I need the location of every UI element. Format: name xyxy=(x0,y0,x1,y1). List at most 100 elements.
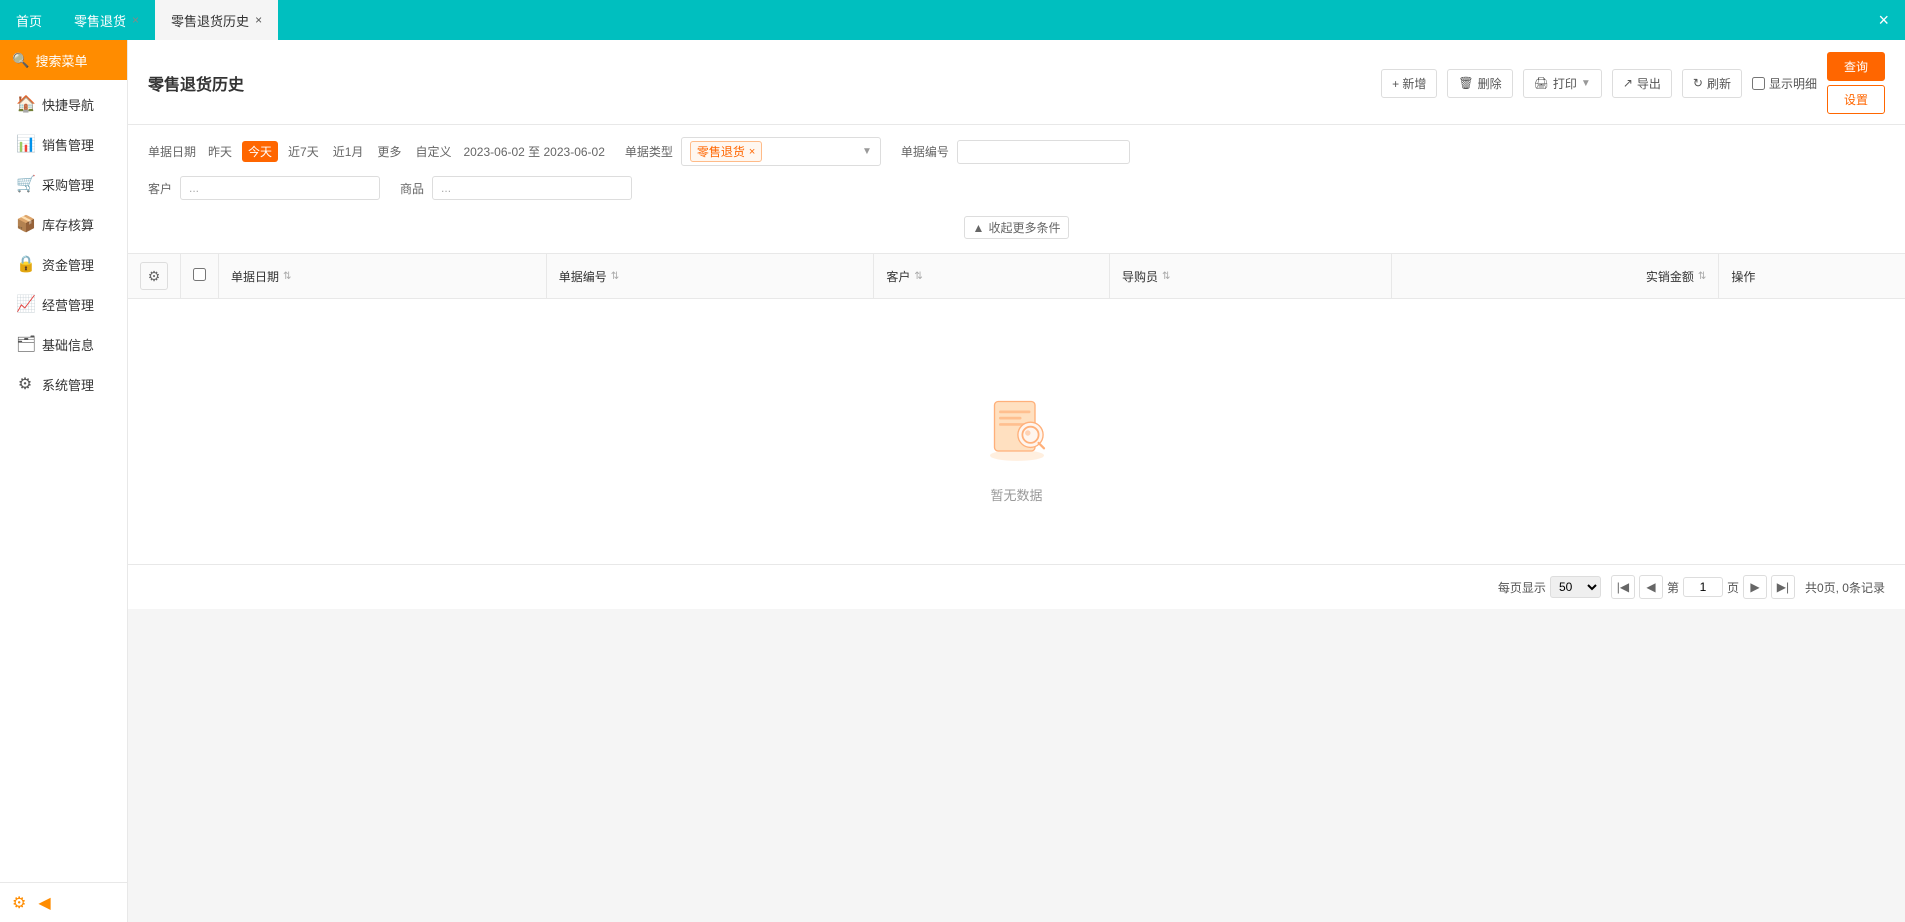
tab-retail-return-history-label: 零售退货历史 xyxy=(171,11,249,30)
collapse-up-icon: ▲ xyxy=(973,221,985,235)
shortcuts-icon: 🏠 xyxy=(16,94,34,114)
content-area: 零售退货历史 + 新增 🗑 删除 🖨 打印 ▼ ↗ 导出 xyxy=(128,40,1905,922)
date-filter-label: 单据日期 xyxy=(148,143,196,160)
refresh-button[interactable]: ↻ 刷新 xyxy=(1682,69,1742,98)
date-shortcuts: 昨天 今天 近7天 近1月 更多 自定义 xyxy=(204,141,455,162)
amount-sort-icon: ⇅ xyxy=(1698,271,1706,282)
tab-retail-return-close[interactable]: × xyxy=(132,13,139,27)
collapse-sidebar-icon[interactable]: ◀ xyxy=(38,893,50,913)
goods-input[interactable]: ... xyxy=(432,176,632,200)
sidebar-bottom: ⚙ ◀ xyxy=(0,882,127,922)
sidebar-item-sales-label: 销售管理 xyxy=(42,135,94,154)
page-size-dropdown[interactable]: 20 50 100 200 xyxy=(1550,576,1601,598)
page-number-input[interactable] xyxy=(1683,577,1723,597)
finance-icon: 🔒 xyxy=(16,254,34,274)
header-actions: + 新增 🗑 删除 🖨 打印 ▼ ↗ 导出 ↻ 刷新 xyxy=(1381,52,1885,124)
doc-type-select[interactable]: 零售退货 × ▼ xyxy=(681,137,881,166)
page-input: 第 页 xyxy=(1667,577,1739,597)
new-button[interactable]: + 新增 xyxy=(1381,69,1437,98)
page-last-button[interactable]: ▶| xyxy=(1771,575,1795,599)
page-nav: |◀ ◀ 第 页 ▶ ▶| xyxy=(1611,575,1795,599)
main-layout: 🔍 搜索菜单 🏠 快捷导航 📊 销售管理 🛒 采购管理 📦 库存核算 🔒 xyxy=(0,40,1905,922)
pagination-bar: 每页显示 20 50 100 200 |◀ ◀ 第 页 ▶ ▶| 共 xyxy=(128,564,1905,609)
sidebar-search-label: 搜索菜单 xyxy=(35,51,87,70)
customer-input[interactable]: ... xyxy=(180,176,380,200)
th-action: 操作 xyxy=(1719,254,1905,299)
sidebar-item-purchase[interactable]: 🛒 采购管理 xyxy=(0,164,127,204)
tab-retail-return-label: 零售退货 xyxy=(74,11,126,30)
sidebar-item-finance[interactable]: 🔒 资金管理 xyxy=(0,244,127,284)
table-header-row: ⚙ 单据日期 ⇅ 单据编号 xyxy=(128,254,1905,299)
th-guide[interactable]: 导购员 ⇅ xyxy=(1109,254,1391,299)
sidebar-item-sales[interactable]: 📊 销售管理 xyxy=(0,124,127,164)
sidebar-item-basic-info-label: 基础信息 xyxy=(42,335,94,354)
page-prev-button[interactable]: ◀ xyxy=(1639,575,1663,599)
go-label: 第 xyxy=(1667,579,1679,596)
sidebar-item-finance-label: 资金管理 xyxy=(42,255,94,274)
delete-button[interactable]: 🗑 删除 xyxy=(1447,69,1512,98)
print-icon: 🖨 xyxy=(1534,76,1549,90)
print-dropdown-icon: ▼ xyxy=(1581,78,1591,89)
tab-retail-return[interactable]: 零售退货 × xyxy=(58,0,155,40)
doc-no-input[interactable] xyxy=(957,140,1130,164)
th-date-label: 单据日期 xyxy=(231,268,279,285)
no-sort-icon: ⇅ xyxy=(611,271,619,282)
export-button-label: 导出 xyxy=(1637,75,1661,92)
sidebar-item-system-label: 系统管理 xyxy=(42,375,94,394)
show-detail-label: 显示明细 xyxy=(1769,75,1817,92)
page-first-button[interactable]: |◀ xyxy=(1611,575,1635,599)
filter-row-1: 单据日期 昨天 今天 近7天 近1月 更多 自定义 2023-06-02 至 2… xyxy=(148,137,1885,166)
doc-type-filter-group: 单据类型 零售退货 × ▼ xyxy=(625,137,881,166)
sidebar-item-purchase-label: 采购管理 xyxy=(42,175,94,194)
collapse-bar: ▲ 收起更多条件 xyxy=(148,210,1885,241)
sales-icon: 📊 xyxy=(16,134,34,154)
date-sort-icon: ⇅ xyxy=(283,271,291,282)
doc-type-dropdown-icon: ▼ xyxy=(862,146,872,157)
export-button[interactable]: ↗ 导出 xyxy=(1612,69,1672,98)
th-no[interactable]: 单据编号 ⇅ xyxy=(546,254,874,299)
show-detail-input[interactable] xyxy=(1752,77,1765,90)
th-amount[interactable]: 实销金额 ⇅ xyxy=(1391,254,1719,299)
tab-retail-return-history[interactable]: 零售退货历史 × xyxy=(155,0,278,40)
shortcut-1month[interactable]: 近1月 xyxy=(329,141,368,162)
delete-icon: 🗑 xyxy=(1458,76,1473,90)
th-customer[interactable]: 客户 ⇅ xyxy=(874,254,1110,299)
settings-button[interactable]: 设置 xyxy=(1827,85,1885,114)
guide-sort-icon: ⇅ xyxy=(1162,271,1170,282)
doc-type-tag-remove[interactable]: × xyxy=(749,146,755,158)
top-bar: 首页 零售退货 × 零售退货历史 × × xyxy=(0,0,1905,40)
table-area: ⚙ 单据日期 ⇅ 单据编号 xyxy=(128,254,1905,564)
print-button-label: 打印 xyxy=(1553,75,1577,92)
shortcut-yesterday[interactable]: 昨天 xyxy=(204,141,236,162)
sidebar-item-shortcuts[interactable]: 🏠 快捷导航 xyxy=(0,84,127,124)
query-button[interactable]: 查询 xyxy=(1827,52,1885,81)
table-settings-icon[interactable]: ⚙ xyxy=(140,262,168,290)
th-customer-label: 客户 xyxy=(886,268,910,285)
shortcut-7days[interactable]: 近7天 xyxy=(284,141,323,162)
refresh-button-label: 刷新 xyxy=(1707,75,1731,92)
select-all-checkbox[interactable] xyxy=(193,268,206,281)
collapse-button[interactable]: ▲ 收起更多条件 xyxy=(964,216,1070,239)
page-title: 零售退货历史 xyxy=(148,71,244,105)
export-icon: ↗ xyxy=(1623,76,1633,90)
shortcut-more[interactable]: 更多 xyxy=(373,141,405,162)
sidebar-item-basic-info[interactable]: 🗂 基础信息 xyxy=(0,324,127,364)
sidebar-search[interactable]: 🔍 搜索菜单 xyxy=(0,40,127,80)
tab-retail-return-history-close[interactable]: × xyxy=(255,13,262,27)
tab-home[interactable]: 首页 xyxy=(0,0,58,40)
shortcut-today[interactable]: 今天 xyxy=(242,141,278,162)
sidebar-item-inventory[interactable]: 📦 库存核算 xyxy=(0,204,127,244)
customer-filter-group: 客户 ... xyxy=(148,176,380,200)
sidebar-item-operations[interactable]: 📈 经营管理 xyxy=(0,284,127,324)
shortcut-custom[interactable]: 自定义 xyxy=(411,141,455,162)
settings-bottom-icon[interactable]: ⚙ xyxy=(12,893,26,913)
settings-button-label: 设置 xyxy=(1844,91,1868,108)
show-detail-checkbox[interactable]: 显示明细 xyxy=(1752,75,1817,92)
th-date[interactable]: 单据日期 ⇅ xyxy=(219,254,547,299)
sidebar-item-system[interactable]: ⚙ 系统管理 xyxy=(0,364,127,404)
window-close-button[interactable]: × xyxy=(1862,10,1905,31)
print-button[interactable]: 🖨 打印 ▼ xyxy=(1523,69,1602,98)
customer-sort-icon: ⇅ xyxy=(914,271,922,282)
page-next-button[interactable]: ▶ xyxy=(1743,575,1767,599)
filter-area: 单据日期 昨天 今天 近7天 近1月 更多 自定义 2023-06-02 至 2… xyxy=(128,125,1905,254)
